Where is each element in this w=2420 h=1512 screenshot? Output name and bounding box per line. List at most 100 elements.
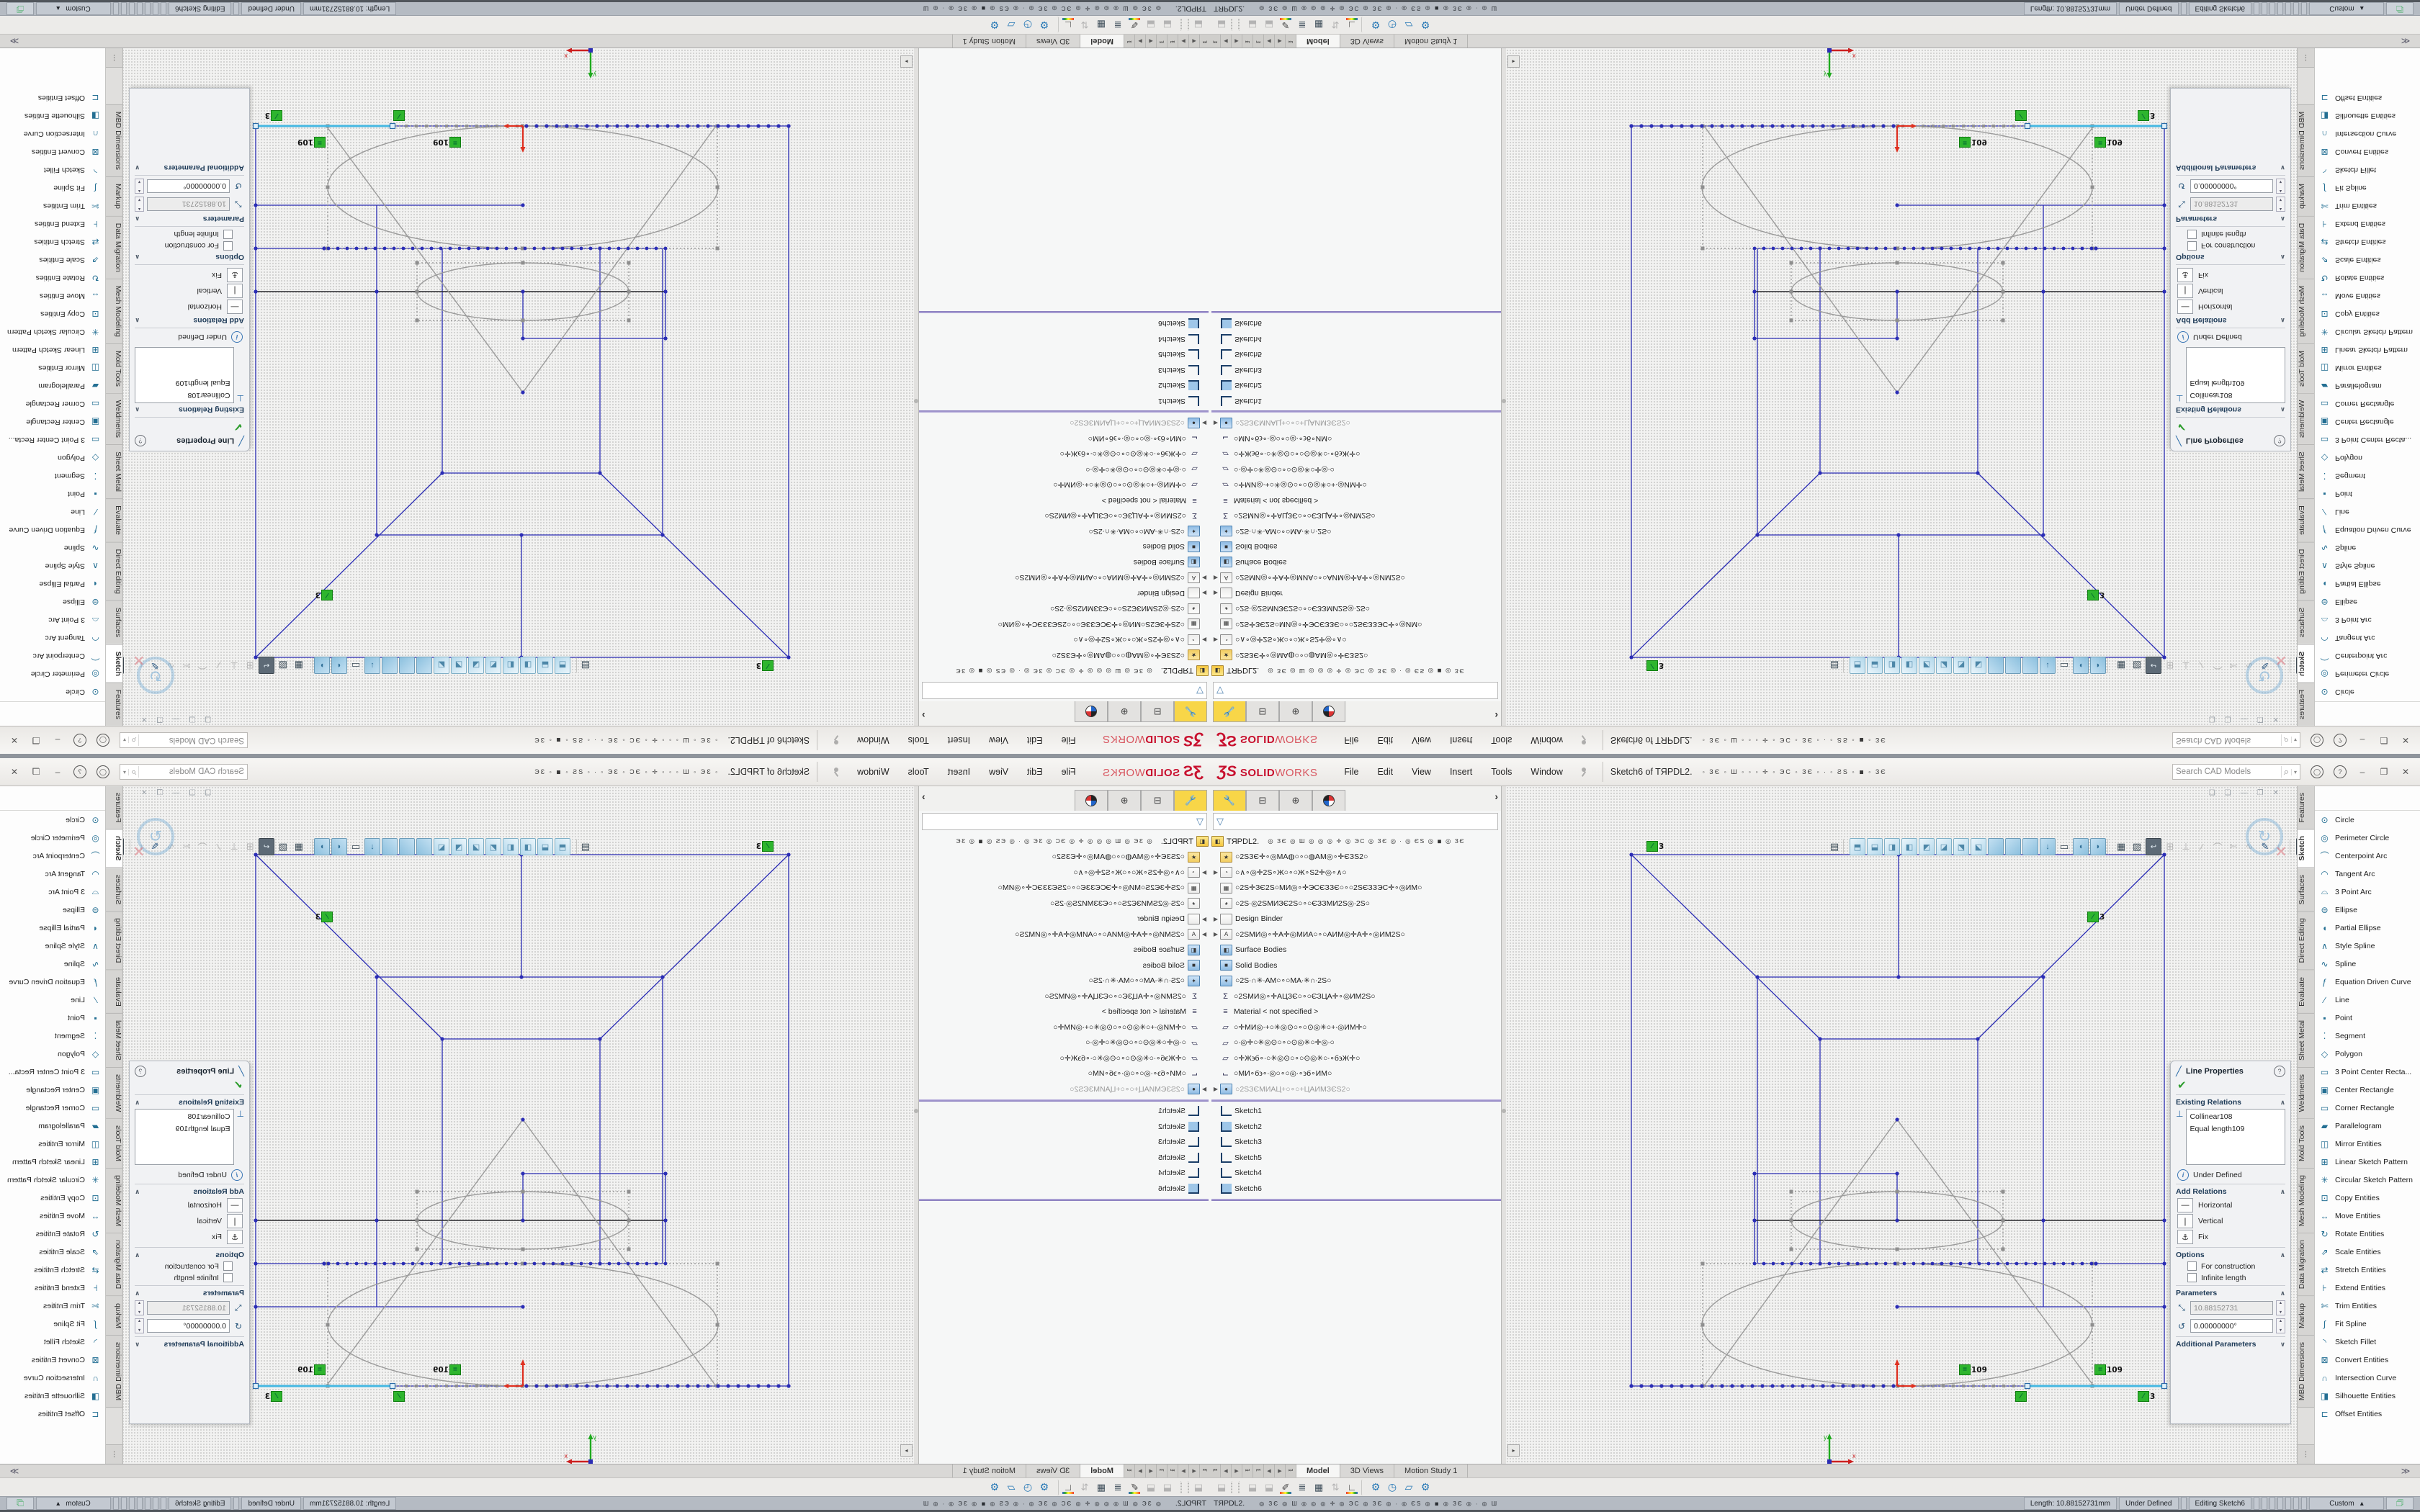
tool-polygon[interactable]: ◇Polygon [2315, 1045, 2420, 1063]
boundary-boss-icon[interactable]: ◩ [485, 657, 501, 674]
tree-item[interactable]: ▶◔○∧∘◎✛2S∘Ж○∘○Ж∘S2✛◎∘∧○ [919, 865, 1209, 881]
tool-style-spline[interactable]: ∧Style Spline [0, 937, 105, 955]
grid-icon[interactable]: ⊞ [243, 657, 257, 673]
tab-model[interactable]: Model [1080, 1464, 1124, 1477]
save-icon[interactable]: ▦ [2114, 839, 2128, 855]
sheet-icon[interactable]: ⬓ [1191, 1480, 1206, 1495]
panel-flyout-chevron[interactable]: › [1494, 710, 1498, 721]
tree-item-sketch[interactable]: Sketch1 [919, 1104, 1209, 1120]
extrude-boss-icon[interactable]: ⬒ [1850, 838, 1865, 855]
tree-item[interactable]: ◧Surface Bodies [919, 942, 1209, 958]
collapse-chevron-icon[interactable]: ≫ [2391, 35, 2420, 48]
length-stepper[interactable]: ▲▼ [2276, 197, 2285, 212]
tree-item-sketch[interactable]: Sketch3 [1211, 362, 1501, 378]
reorder-icon[interactable]: ⇅ [1077, 17, 1092, 33]
tree-item-sketch[interactable]: Sketch2 [919, 378, 1209, 394]
rib-icon[interactable]: ◖ [331, 657, 347, 674]
menu-edit[interactable]: Edit [1370, 732, 1402, 748]
panel-splitter[interactable] [913, 786, 918, 1464]
tree-item[interactable]: ■Solid Bodies [1211, 958, 1501, 973]
draft-icon[interactable]: ↓ [2040, 838, 2056, 855]
tree-item[interactable]: ▶Design Binder [919, 912, 1209, 927]
tab-scroll-button[interactable]: ◀ [1145, 35, 1156, 48]
tool-intersection-curve[interactable]: ∩Intersection Curve [0, 125, 105, 143]
menu-insert[interactable]: Insert [940, 764, 978, 780]
command-tab-evaluate[interactable]: Evaluate [2298, 498, 2315, 541]
sheet-icon[interactable]: ⬓ [1144, 17, 1158, 33]
tab-scroll-button[interactable]: ▶ [1232, 1464, 1242, 1477]
open-doc-icon[interactable]: ▤ [1827, 657, 1842, 673]
rib-icon[interactable]: ◖ [2073, 657, 2089, 674]
command-tab-weldments[interactable]: Weldments [105, 1068, 122, 1119]
chamfer-icon[interactable] [2005, 838, 2021, 855]
tree-item[interactable]: ★○2SЗЄ✛∘◎MA◍○∘○◍AM◎∘✛ЄЗS2○ [1211, 647, 1501, 663]
sheet-icon[interactable]: ⬓ [1214, 1480, 1229, 1495]
tab-scroll-button[interactable]: ⏮ [1253, 1464, 1264, 1477]
swept-boss-icon[interactable]: ◨ [520, 657, 536, 674]
more-tabs-button[interactable]: ⋮ [106, 48, 122, 68]
extruded-cut-icon[interactable]: ◪ [468, 838, 484, 855]
panel-flyout-chevron[interactable]: › [1494, 791, 1498, 802]
section-options[interactable]: Options∧ [135, 253, 244, 261]
tool-copy-entities[interactable]: ⊡Copy Entities [0, 305, 105, 323]
chamfer-icon[interactable] [399, 657, 415, 674]
tool-fit-spline[interactable]: ∫Fit Spline [0, 179, 105, 197]
user-icon[interactable]: ◯ [2311, 734, 2323, 747]
menu-edit[interactable]: Edit [1019, 732, 1051, 748]
menu-file[interactable]: File [1336, 764, 1366, 780]
restore-button[interactable]: ❐ [30, 766, 42, 778]
command-tab-direct-editing[interactable]: Direct Editing [2298, 541, 2315, 600]
tab-scroll-button[interactable]: ⏮ [1210, 35, 1221, 48]
tree-item[interactable]: ≡Material < not specified > [1211, 1004, 1501, 1020]
tool-circular-sketch-pattern[interactable]: ✳Circular Sketch Pattern [2315, 323, 2420, 341]
angle-field[interactable]: 0.00000000° [2190, 1319, 2273, 1333]
add-relation-horizontal[interactable]: —Horizontal [135, 300, 243, 314]
tree-item[interactable]: ▶A○2SMИ◎∘✛A✛◎MИA○∘○AИM◎✛A✛∘◎ИM2S○ [1211, 927, 1501, 942]
ok-check-icon[interactable]: ✔ [135, 420, 243, 433]
sheet-icon[interactable]: ⬓ [1245, 1480, 1260, 1495]
collapse-chevron-icon[interactable]: ≫ [2391, 1464, 2420, 1477]
expand-arrow-icon[interactable]: ▶ [1211, 590, 1220, 596]
doc-restore-icon[interactable]: ❏ [205, 715, 211, 723]
section-existing-relations[interactable]: Existing Relations∧ [2176, 405, 2285, 414]
tree-item[interactable]: ▱○∙◎✛○✳◎⊙○∘○⊙◎✳○✛◎∙○ [1211, 462, 1501, 477]
tool-copy-entities[interactable]: ⊡Copy Entities [2315, 305, 2420, 323]
tool-convert-entities[interactable]: ⊠Convert Entities [2315, 1351, 2420, 1369]
tab-featuremanager[interactable]: 🔧 [1213, 790, 1246, 811]
tool-sketch-fillet[interactable]: ◝Sketch Fillet [2315, 1333, 2420, 1351]
mirror-icon[interactable]: ▭ [2057, 839, 2071, 855]
tree-root[interactable]: ◧TЯPDL2.◎ ЗЄ ◎ Ш ◎ ◎ ◎ ✛ ◎ ЭС ◎ ЗЄ ◎ ∙ ◎… [1211, 663, 1501, 679]
tool-mirror-entities[interactable]: ◫Mirror Entities [0, 359, 105, 377]
rollback-bar[interactable] [1211, 312, 1501, 314]
tool-line[interactable]: ∕Line [2315, 503, 2420, 521]
tool-linear-sketch-pattern[interactable]: ⊞Linear Sketch Pattern [2315, 1153, 2420, 1171]
section-parameters[interactable]: Parameters∧ [2176, 215, 2285, 223]
boundary-boss-icon[interactable]: ◩ [1919, 838, 1935, 855]
command-tab-markup[interactable]: Markup [2298, 176, 2315, 215]
search-input[interactable]: Search CAD Models ⌕ ▾ [2172, 764, 2300, 780]
tree-item[interactable]: ✦○2S∙∩✳∙AM○∘○MA∙✳∩∙2S○ [1211, 973, 1501, 989]
tree-item-sketch[interactable]: Sketch4 [1211, 331, 1501, 347]
extrude-boss-icon[interactable]: ⬒ [555, 657, 570, 674]
boundary-boss-icon[interactable]: ◩ [485, 838, 501, 855]
sketch-trim-icon[interactable]: ✄ [179, 839, 194, 855]
tool-corner-rectangle[interactable]: ▭Corner Rectangle [0, 1099, 105, 1117]
rollback-bar[interactable] [919, 312, 1209, 314]
add-relation-vertical[interactable]: ❘Vertical [135, 284, 243, 298]
perpendicular-icon[interactable]: ⊥ [2179, 839, 2193, 855]
more-tabs-button[interactable]: ⋮ [2298, 1444, 2314, 1464]
tree-item[interactable]: ▶A○2SMИ◎∘✛A✛◎MИA○∘○AИM◎✛A✛∘◎ИM2S○ [1211, 570, 1501, 586]
menu-view[interactable]: View [981, 732, 1016, 748]
search-dropdown-icon[interactable]: ▾ [2291, 769, 2297, 775]
panel-flyout-chevron[interactable]: › [922, 710, 926, 721]
tool-corner-rectangle[interactable]: ▭Corner Rectangle [2315, 1099, 2420, 1117]
tree-item[interactable]: ▶◔○∧∘◎✛2S∘Ж○∘○Ж∘S2✛◎∘∧○ [919, 632, 1209, 648]
command-tab-sheet-metal[interactable]: Sheet Metal [2298, 444, 2315, 498]
draft-icon[interactable]: ↓ [2040, 657, 2056, 674]
tree-item-sketch[interactable]: Sketch6 [919, 316, 1209, 332]
gear-check-icon[interactable]: ⚙ [1368, 17, 1383, 33]
tab-scroll-button[interactable]: ⏭ [1124, 1464, 1134, 1477]
option-for-construction[interactable]: For construction [135, 241, 233, 251]
tool-stretch-entities[interactable]: ⇄Stretch Entities [0, 1261, 105, 1279]
sketch-trim-icon[interactable]: ✄ [2226, 839, 2241, 855]
